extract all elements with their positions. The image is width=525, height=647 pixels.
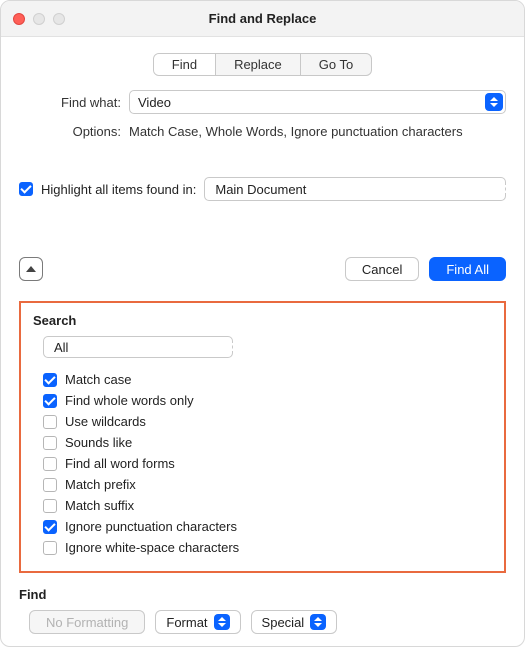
tab-replace[interactable]: Replace <box>216 54 301 75</box>
opt-match-case[interactable]: Match case <box>43 372 492 387</box>
search-scope-value: All <box>54 340 230 355</box>
close-window-icon[interactable] <box>13 13 25 25</box>
search-options-list: Match case Find whole words only Use wil… <box>33 372 492 555</box>
collapse-options-button[interactable] <box>19 257 43 281</box>
find-what-history-icon[interactable] <box>485 93 503 111</box>
opt-word-forms-label: Find all word forms <box>65 456 175 471</box>
format-menu-button[interactable]: Format <box>155 610 240 634</box>
highlight-checkbox[interactable] <box>19 182 33 196</box>
find-footer-title: Find <box>19 587 506 602</box>
find-what-input[interactable]: Video <box>129 90 506 114</box>
options-row: Options: Match Case, Whole Words, Ignore… <box>19 124 506 139</box>
special-menu-button[interactable]: Special <box>251 610 338 634</box>
opt-whole-words[interactable]: Find whole words only <box>43 393 492 408</box>
tab-goto[interactable]: Go To <box>301 54 371 75</box>
cancel-button[interactable]: Cancel <box>345 257 419 281</box>
highlight-scope-select[interactable]: Main Document <box>204 177 506 201</box>
minimize-window-icon[interactable] <box>33 13 45 25</box>
opt-ignore-punctuation-checkbox[interactable] <box>43 520 57 534</box>
window-title: Find and Replace <box>1 11 524 26</box>
opt-wildcards-label: Use wildcards <box>65 414 146 429</box>
tab-find[interactable]: Find <box>154 54 216 75</box>
opt-match-prefix-checkbox[interactable] <box>43 478 57 492</box>
mode-tabs: Find Replace Go To <box>19 53 506 76</box>
no-formatting-button: No Formatting <box>29 610 145 634</box>
action-row: Cancel Find All <box>19 257 506 281</box>
opt-sounds-like-label: Sounds like <box>65 435 132 450</box>
special-chevron-icon <box>310 614 326 630</box>
highlight-label: Highlight all items found in: <box>41 182 196 197</box>
chevron-up-icon <box>26 266 36 272</box>
search-section-title: Search <box>33 313 492 328</box>
find-footer: Find No Formatting Format Special <box>19 587 506 634</box>
opt-whole-words-label: Find whole words only <box>65 393 194 408</box>
opt-ignore-whitespace-checkbox[interactable] <box>43 541 57 555</box>
opt-sounds-like-checkbox[interactable] <box>43 436 57 450</box>
options-label: Options: <box>19 124 129 139</box>
titlebar: Find and Replace <box>1 1 524 37</box>
opt-match-prefix-label: Match prefix <box>65 477 136 492</box>
opt-match-suffix-checkbox[interactable] <box>43 499 57 513</box>
highlight-scope-value: Main Document <box>215 182 503 197</box>
opt-match-case-label: Match case <box>65 372 131 387</box>
opt-word-forms[interactable]: Find all word forms <box>43 456 492 471</box>
find-what-value: Video <box>138 95 485 110</box>
zoom-window-icon[interactable] <box>53 13 65 25</box>
find-what-label: Find what: <box>19 95 129 110</box>
highlight-row: Highlight all items found in: Main Docum… <box>19 177 506 201</box>
opt-match-prefix[interactable]: Match prefix <box>43 477 492 492</box>
opt-match-case-checkbox[interactable] <box>43 373 57 387</box>
opt-wildcards-checkbox[interactable] <box>43 415 57 429</box>
find-what-row: Find what: Video <box>19 90 506 114</box>
search-options-panel: Search All Match case Find whole words o… <box>19 301 506 573</box>
opt-match-suffix[interactable]: Match suffix <box>43 498 492 513</box>
options-value: Match Case, Whole Words, Ignore punctuat… <box>129 124 506 139</box>
special-label: Special <box>262 615 305 630</box>
highlight-checkbox-wrap[interactable]: Highlight all items found in: <box>19 182 196 197</box>
opt-wildcards[interactable]: Use wildcards <box>43 414 492 429</box>
search-scope-select[interactable]: All <box>43 336 233 358</box>
opt-word-forms-checkbox[interactable] <box>43 457 57 471</box>
opt-match-suffix-label: Match suffix <box>65 498 134 513</box>
format-chevron-icon <box>214 614 230 630</box>
opt-ignore-whitespace-label: Ignore white-space characters <box>65 540 239 555</box>
opt-sounds-like[interactable]: Sounds like <box>43 435 492 450</box>
opt-ignore-punctuation-label: Ignore punctuation characters <box>65 519 237 534</box>
format-label: Format <box>166 615 207 630</box>
traffic-lights <box>1 13 65 25</box>
find-all-button[interactable]: Find All <box>429 257 506 281</box>
opt-whole-words-checkbox[interactable] <box>43 394 57 408</box>
find-replace-window: Find and Replace Find Replace Go To Find… <box>0 0 525 647</box>
content-area: Find Replace Go To Find what: Video Opti… <box>1 37 524 647</box>
opt-ignore-whitespace[interactable]: Ignore white-space characters <box>43 540 492 555</box>
opt-ignore-punctuation[interactable]: Ignore punctuation characters <box>43 519 492 534</box>
